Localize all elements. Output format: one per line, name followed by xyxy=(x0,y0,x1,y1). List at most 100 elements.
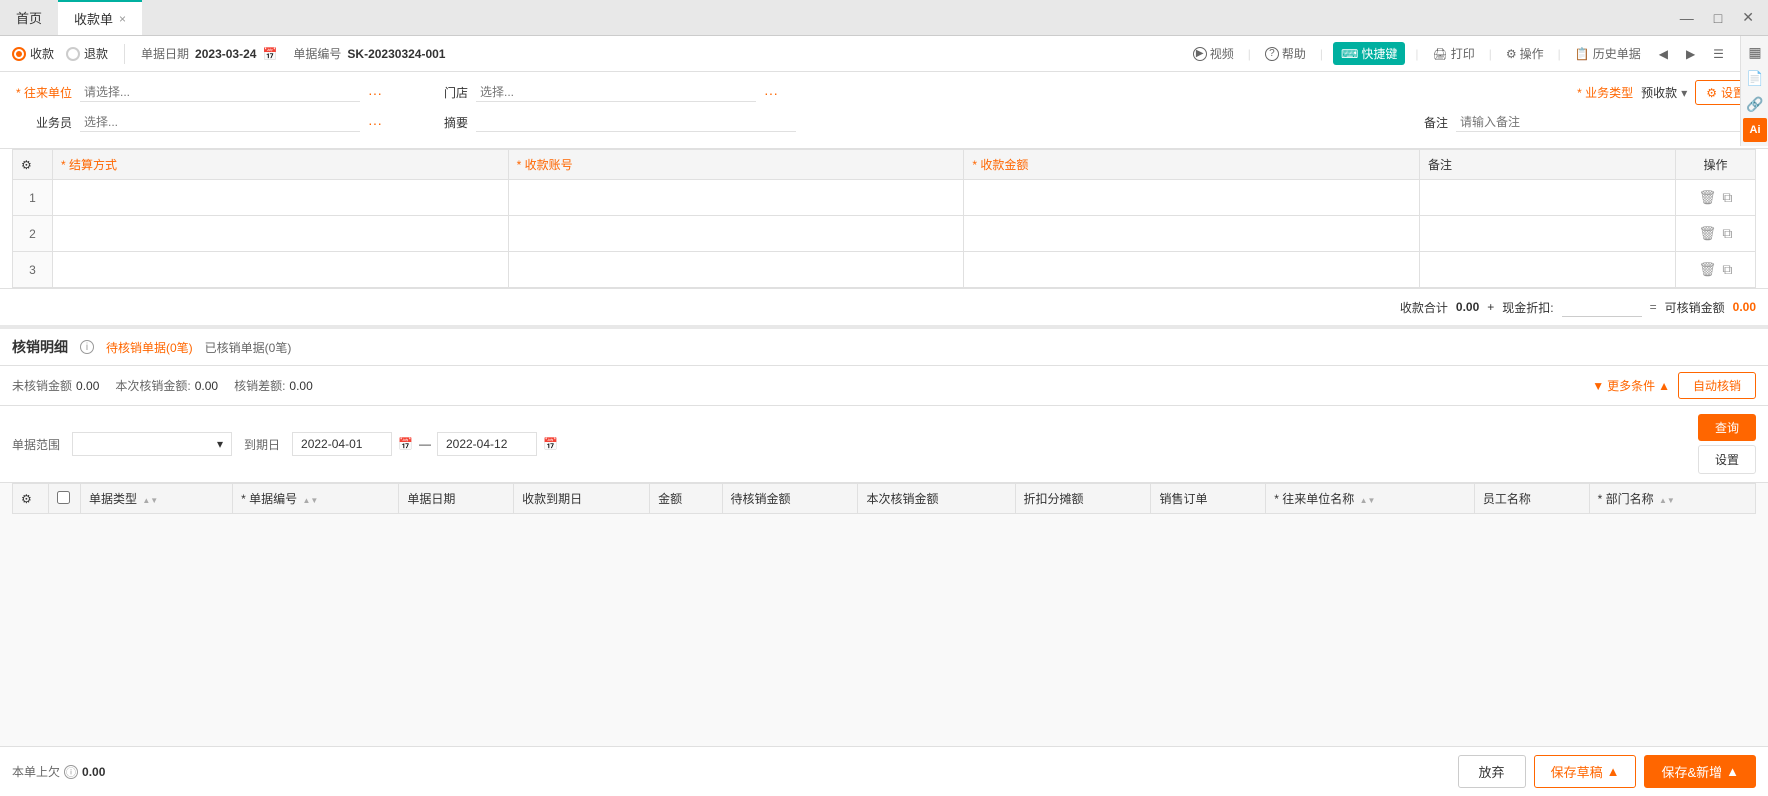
list-view-button[interactable]: ☰ xyxy=(1709,45,1728,63)
select-all-checkbox[interactable] xyxy=(57,491,70,504)
shortcut-button[interactable]: ⌨ 快捷键 xyxy=(1333,42,1405,65)
counterpart-more-button[interactable]: ··· xyxy=(368,85,382,101)
save-new-button[interactable]: 保存&新增 ▲ xyxy=(1644,755,1756,788)
tab-home[interactable]: 首页 xyxy=(0,0,58,35)
row-2-settlement[interactable] xyxy=(53,216,509,252)
row-2-op-icons: 🗑 ⧉ xyxy=(1684,225,1747,242)
sort-counterpart-icon[interactable]: ▲▼ xyxy=(1360,496,1376,505)
bottom-info-value: 0.00 xyxy=(82,765,105,779)
sidebar-ai-icon[interactable]: Ai xyxy=(1743,118,1767,142)
abandon-button[interactable]: 放弃 xyxy=(1458,755,1526,788)
row-2-copy-icon[interactable]: ⧉ xyxy=(1722,225,1732,242)
print-icon: 🖨 xyxy=(1432,47,1447,61)
tab-close-icon[interactable]: × xyxy=(119,12,126,26)
window-close-button[interactable]: ✕ xyxy=(1736,7,1760,28)
row-3-copy-icon[interactable]: ⧉ xyxy=(1722,261,1732,278)
row-3-delete-icon[interactable]: 🗑 xyxy=(1699,261,1717,278)
row-1-account[interactable] xyxy=(508,180,964,216)
summary-input[interactable] xyxy=(476,113,796,132)
col-checkbox-v-header[interactable] xyxy=(49,484,81,514)
operation-button[interactable]: ⚙ 操作 xyxy=(1502,43,1548,64)
row-1-copy-icon[interactable]: ⧉ xyxy=(1722,189,1732,206)
discount-input[interactable] xyxy=(1562,297,1642,317)
bottom-info-icon[interactable]: ⓘ xyxy=(64,765,78,779)
row-1-amount[interactable] xyxy=(964,180,1420,216)
counterpart-label: * 往来单位 xyxy=(12,84,72,101)
date-end-input[interactable] xyxy=(437,432,537,456)
history-button[interactable]: 📋 历史单据 xyxy=(1571,43,1645,64)
row-2-op: 🗑 ⧉ xyxy=(1676,216,1756,252)
auto-verify-button[interactable]: 自动核销 xyxy=(1678,372,1756,399)
save-draft-arrow-icon: ▲ xyxy=(1607,764,1620,779)
row-2-remarks[interactable] xyxy=(1420,216,1676,252)
date-value: 2023-03-24 xyxy=(195,47,256,61)
store-more-button[interactable]: ··· xyxy=(764,85,778,101)
more-conditions-button[interactable]: ▼ 更多条件 ▲ xyxy=(1592,377,1670,394)
store-input[interactable] xyxy=(476,83,756,102)
row-2-delete-icon[interactable]: 🗑 xyxy=(1699,225,1717,242)
calendar-icon[interactable]: 📅 xyxy=(262,47,277,61)
verify-info-icon[interactable]: i xyxy=(80,340,94,354)
counterpart-input[interactable] xyxy=(80,83,360,102)
date-range: 📅 — 📅 xyxy=(292,432,558,456)
business-type-select[interactable]: 预收款 ▾ xyxy=(1641,84,1687,101)
col-setting-header[interactable]: ⚙ xyxy=(13,150,53,180)
amount-label: * 收款金额 xyxy=(972,158,1028,172)
filter-settings-button[interactable]: 设置 xyxy=(1698,445,1756,474)
sidebar-table-icon[interactable]: ▦ xyxy=(1743,40,1767,64)
receipt-type-group: 收款 退款 xyxy=(12,45,108,62)
pending-tab[interactable]: 待核销单据(0笔) xyxy=(106,339,193,356)
row-3-num: 3 xyxy=(13,252,53,288)
row-2-amount[interactable] xyxy=(964,216,1420,252)
save-new-arrow-icon: ▲ xyxy=(1726,764,1739,779)
col-setting-v-header[interactable]: ⚙ xyxy=(13,484,49,514)
save-draft-button[interactable]: 保存草稿 ▲ xyxy=(1534,755,1637,788)
video-button[interactable]: ▶ 视频 xyxy=(1189,43,1238,64)
current-value: 0.00 xyxy=(195,379,218,393)
unverified-stat: 未核销金额 0.00 xyxy=(12,377,99,394)
row-3-settlement[interactable] xyxy=(53,252,509,288)
remarks-input[interactable] xyxy=(1456,113,1756,132)
verify-amount-value: 0.00 xyxy=(1733,300,1756,314)
row-1-delete-icon[interactable]: 🗑 xyxy=(1699,189,1717,206)
date-start-cal-icon[interactable]: 📅 xyxy=(398,437,413,451)
row-3-amount[interactable] xyxy=(964,252,1420,288)
staff-label: 业务员 xyxy=(12,114,72,131)
sort-dept-icon[interactable]: ▲▼ xyxy=(1659,496,1675,505)
minimize-button[interactable]: — xyxy=(1674,8,1700,28)
nav-prev-button[interactable]: ◀ xyxy=(1655,45,1672,63)
sort-number-icon[interactable]: ▲▼ xyxy=(303,496,319,505)
print-button[interactable]: 🖨 打印 xyxy=(1428,43,1478,64)
nav-next-button[interactable]: ▶ xyxy=(1682,45,1699,63)
query-button[interactable]: 查询 xyxy=(1698,414,1756,441)
video-icon: ▶ xyxy=(1193,47,1207,61)
staff-more-button[interactable]: ··· xyxy=(368,115,382,131)
tab-receipt[interactable]: 收款单 × xyxy=(58,0,142,35)
col-discount-header: 折扣分摊额 xyxy=(1015,484,1151,514)
filter-row: 单据范围 ▾ 到期日 📅 — 📅 查询 设置 xyxy=(0,406,1768,483)
sidebar-link-icon[interactable]: 🔗 xyxy=(1743,92,1767,116)
maximize-button[interactable]: □ xyxy=(1708,8,1728,28)
range-select[interactable]: ▾ xyxy=(72,432,232,456)
date-end-cal-icon[interactable]: 📅 xyxy=(543,437,558,451)
row-3-account[interactable] xyxy=(508,252,964,288)
help-button[interactable]: ? 帮助 xyxy=(1261,43,1310,64)
receipt-table: ⚙ * 结算方式 * 收款账号 * 收款金额 备注 操作 xyxy=(12,149,1756,288)
staff-input[interactable] xyxy=(80,113,360,132)
row-3-remarks[interactable] xyxy=(1420,252,1676,288)
done-tab[interactable]: 已核销单据(0笔) xyxy=(205,339,292,356)
settlement-label: * 结算方式 xyxy=(61,158,117,172)
right-sidebar: ▦ 📄 🔗 Ai xyxy=(1740,36,1768,146)
col-number-label: * 单据编号 xyxy=(241,492,297,506)
sort-type-icon[interactable]: ▲▼ xyxy=(142,496,158,505)
divider-v3: | xyxy=(1415,47,1418,61)
row-1-settlement[interactable] xyxy=(53,180,509,216)
refund-radio[interactable]: 退款 xyxy=(66,45,108,62)
account-label: * 收款账号 xyxy=(517,158,573,172)
row-1-remarks[interactable] xyxy=(1420,180,1676,216)
row-2-account[interactable] xyxy=(508,216,964,252)
sidebar-doc-icon[interactable]: 📄 xyxy=(1743,66,1767,90)
date-start-input[interactable] xyxy=(292,432,392,456)
receipt-radio[interactable]: 收款 xyxy=(12,45,54,62)
filter-icon: ▼ xyxy=(1592,379,1604,393)
